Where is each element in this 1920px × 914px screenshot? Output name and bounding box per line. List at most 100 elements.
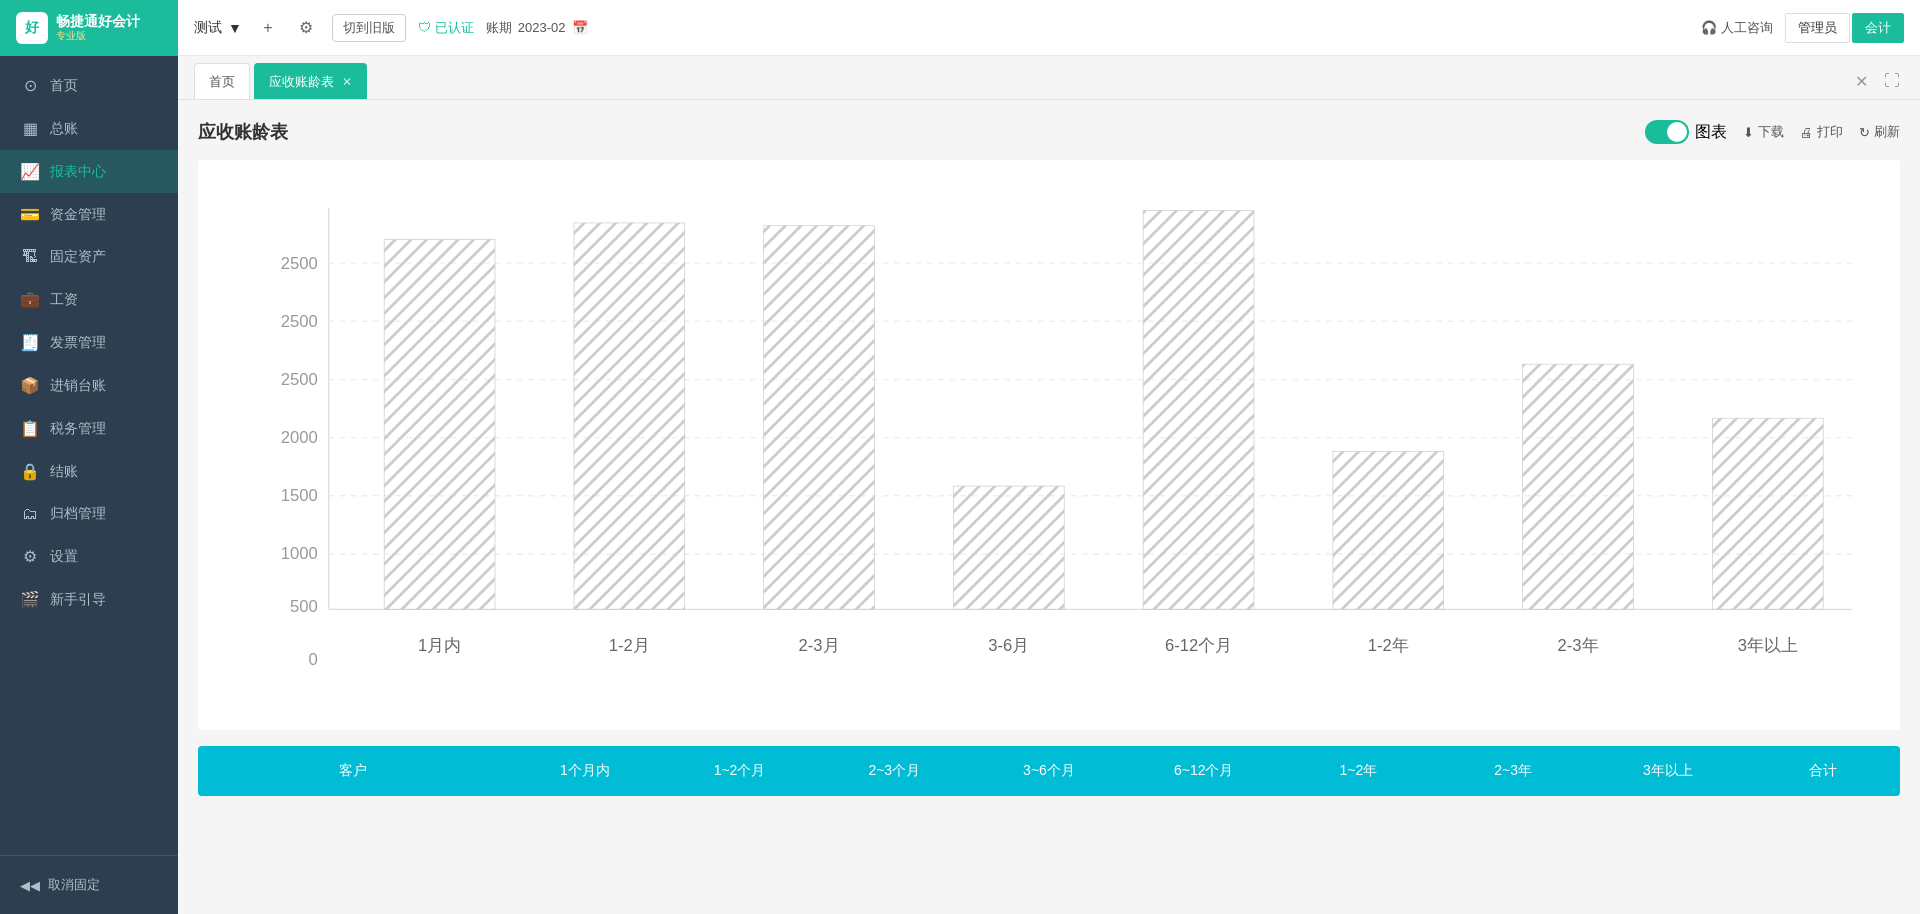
sidebar-item-settings[interactable]: ⚙ 设置 <box>0 535 178 578</box>
old-version-label: 切到旧版 <box>343 20 395 35</box>
page-body: 应收账龄表 图表 ⬇ 下载 🖨 打印 ↻ 刷新 <box>178 100 1920 914</box>
table-header-7: 2~3年 <box>1436 746 1591 796</box>
sidebar-pin-button[interactable]: ◀◀ 取消固定 <box>0 866 178 904</box>
svg-text:2500: 2500 <box>281 312 318 331</box>
tabbar-right: ✕ ⛶ <box>1851 63 1904 99</box>
sidebar-item-archive[interactable]: 🗂 归档管理 <box>0 493 178 535</box>
invoice-icon: 🧾 <box>20 333 40 352</box>
table-header-9: 合计 <box>1745 746 1900 796</box>
sidebar-item-label-reports: 报表中心 <box>50 163 106 181</box>
sidebar-item-label-inventory: 进销台账 <box>50 377 106 395</box>
sidebar-item-label-ledger: 总账 <box>50 120 78 138</box>
bar-1-2年 <box>1333 451 1444 609</box>
toggle-knob <box>1667 122 1687 142</box>
tab-expand-button[interactable]: ⛶ <box>1880 68 1904 94</box>
table-header-3: 2~3个月 <box>817 746 972 796</box>
print-label: 打印 <box>1817 123 1843 141</box>
sidebar-logo: 好 畅捷通好会计 专业版 <box>0 0 178 56</box>
topbar-actions: + ⚙ <box>254 14 320 42</box>
consult-label: 人工咨询 <box>1721 19 1773 37</box>
sidebar-nav: ⊙ 首页 ▦ 总账 📈 报表中心 💳 资金管理 🏗 固定资产 💼 工资 🧾 发票… <box>0 56 178 629</box>
download-label: 下载 <box>1758 123 1784 141</box>
bar-1月内 <box>384 240 495 610</box>
chart-container: 2500 2500 2500 2000 1500 1000 500 0 1月内 <box>198 160 1900 730</box>
svg-text:1-2年: 1-2年 <box>1368 636 1409 655</box>
sidebar-item-newbie[interactable]: 🎬 新手引导 <box>0 578 178 621</box>
tab-close-button[interactable]: ✕ <box>1851 68 1872 95</box>
refresh-button[interactable]: ↻ 刷新 <box>1859 123 1900 141</box>
company-arrow-icon: ▼ <box>228 20 242 36</box>
tab-close-icon[interactable]: ✕ <box>342 75 352 89</box>
table-header-8: 3年以上 <box>1591 746 1746 796</box>
period-value: 2023-02 <box>518 20 566 35</box>
svg-text:2-3年: 2-3年 <box>1558 636 1599 655</box>
inventory-icon: 📦 <box>20 376 40 395</box>
consult-button[interactable]: 🎧 人工咨询 <box>1701 19 1773 37</box>
download-button[interactable]: ⬇ 下载 <box>1743 123 1784 141</box>
svg-text:2500: 2500 <box>281 370 318 389</box>
manager-button[interactable]: 管理员 <box>1785 13 1850 43</box>
sidebar-item-inventory[interactable]: 📦 进销台账 <box>0 364 178 407</box>
settings-icon: ⚙ <box>20 547 40 566</box>
print-button[interactable]: 🖨 打印 <box>1800 123 1843 141</box>
svg-text:3-6月: 3-6月 <box>988 636 1029 655</box>
chart-toggle[interactable] <box>1645 120 1689 144</box>
tab-ar-aging-label: 应收账龄表 <box>269 73 334 91</box>
sidebar-item-funds[interactable]: 💳 资金管理 <box>0 193 178 236</box>
sidebar-item-label-settings: 设置 <box>50 548 78 566</box>
svg-text:1月内: 1月内 <box>418 636 461 655</box>
logo-text-block: 畅捷通好会计 专业版 <box>56 13 140 44</box>
logo-icon: 好 <box>16 12 48 44</box>
bar-3-6月 <box>953 486 1064 609</box>
bar-3年以上 <box>1712 418 1823 609</box>
certified-label: 已认证 <box>435 19 474 37</box>
sidebar-item-reports[interactable]: 📈 报表中心 <box>0 150 178 193</box>
sidebar-item-assets[interactable]: 🏗 固定资产 <box>0 236 178 278</box>
svg-text:2500: 2500 <box>281 254 318 273</box>
accountant-button[interactable]: 会计 <box>1852 13 1904 43</box>
logo-badge: 专业版 <box>56 29 140 43</box>
chart-toggle-label: 图表 <box>1695 122 1727 143</box>
bar-chart: 2500 2500 2500 2000 1500 1000 500 0 1月内 <box>218 180 1880 706</box>
sidebar-item-label-archive: 归档管理 <box>50 505 106 523</box>
settings-button[interactable]: ⚙ <box>292 14 320 42</box>
add-button[interactable]: + <box>254 14 282 42</box>
certified-badge: 🛡 已认证 <box>418 19 474 37</box>
svg-text:3年以上: 3年以上 <box>1738 636 1798 655</box>
tax-icon: 📋 <box>20 419 40 438</box>
svg-text:1000: 1000 <box>281 544 318 563</box>
pin-icon: ◀◀ <box>20 878 40 893</box>
sidebar-item-label-closing: 结账 <box>50 463 78 481</box>
ledger-icon: ▦ <box>20 119 40 138</box>
sidebar-item-home[interactable]: ⊙ 首页 <box>0 64 178 107</box>
sidebar: 好 畅捷通好会计 专业版 ⊙ 首页 ▦ 总账 📈 报表中心 💳 资金管理 🏗 固… <box>0 0 178 914</box>
newbie-icon: 🎬 <box>20 590 40 609</box>
tab-home[interactable]: 首页 <box>194 63 250 99</box>
sidebar-item-ledger[interactable]: ▦ 总账 <box>0 107 178 150</box>
sidebar-item-label-home: 首页 <box>50 77 78 95</box>
refresh-label: 刷新 <box>1874 123 1900 141</box>
assets-icon: 🏗 <box>20 248 40 266</box>
table-header-4: 3~6个月 <box>972 746 1127 796</box>
table-header-5: 6~12个月 <box>1126 746 1281 796</box>
download-icon: ⬇ <box>1743 125 1754 140</box>
sidebar-item-invoice[interactable]: 🧾 发票管理 <box>0 321 178 364</box>
sidebar-item-payroll[interactable]: 💼 工资 <box>0 278 178 321</box>
payroll-icon: 💼 <box>20 290 40 309</box>
svg-text:500: 500 <box>290 597 318 616</box>
logo-name: 畅捷通好会计 <box>56 13 140 30</box>
old-version-button[interactable]: 切到旧版 <box>332 14 406 42</box>
calendar-icon: 📅 <box>572 20 588 35</box>
svg-text:6-12个月: 6-12个月 <box>1165 636 1232 655</box>
table-header-2: 1~2个月 <box>662 746 817 796</box>
table-header: 客户1个月内1~2个月2~3个月3~6个月6~12个月1~2年2~3年3年以上合… <box>198 746 1900 796</box>
tab-ar-aging[interactable]: 应收账龄表 ✕ <box>254 63 367 99</box>
sidebar-item-tax[interactable]: 📋 税务管理 <box>0 407 178 450</box>
reports-icon: 📈 <box>20 162 40 181</box>
sidebar-item-label-newbie: 新手引导 <box>50 591 106 609</box>
sidebar-item-closing[interactable]: 🔒 结账 <box>0 450 178 493</box>
svg-text:2-3月: 2-3月 <box>799 636 840 655</box>
svg-text:0: 0 <box>308 650 317 669</box>
tab-home-label: 首页 <box>209 73 235 91</box>
company-selector[interactable]: 测试 ▼ <box>194 19 242 37</box>
